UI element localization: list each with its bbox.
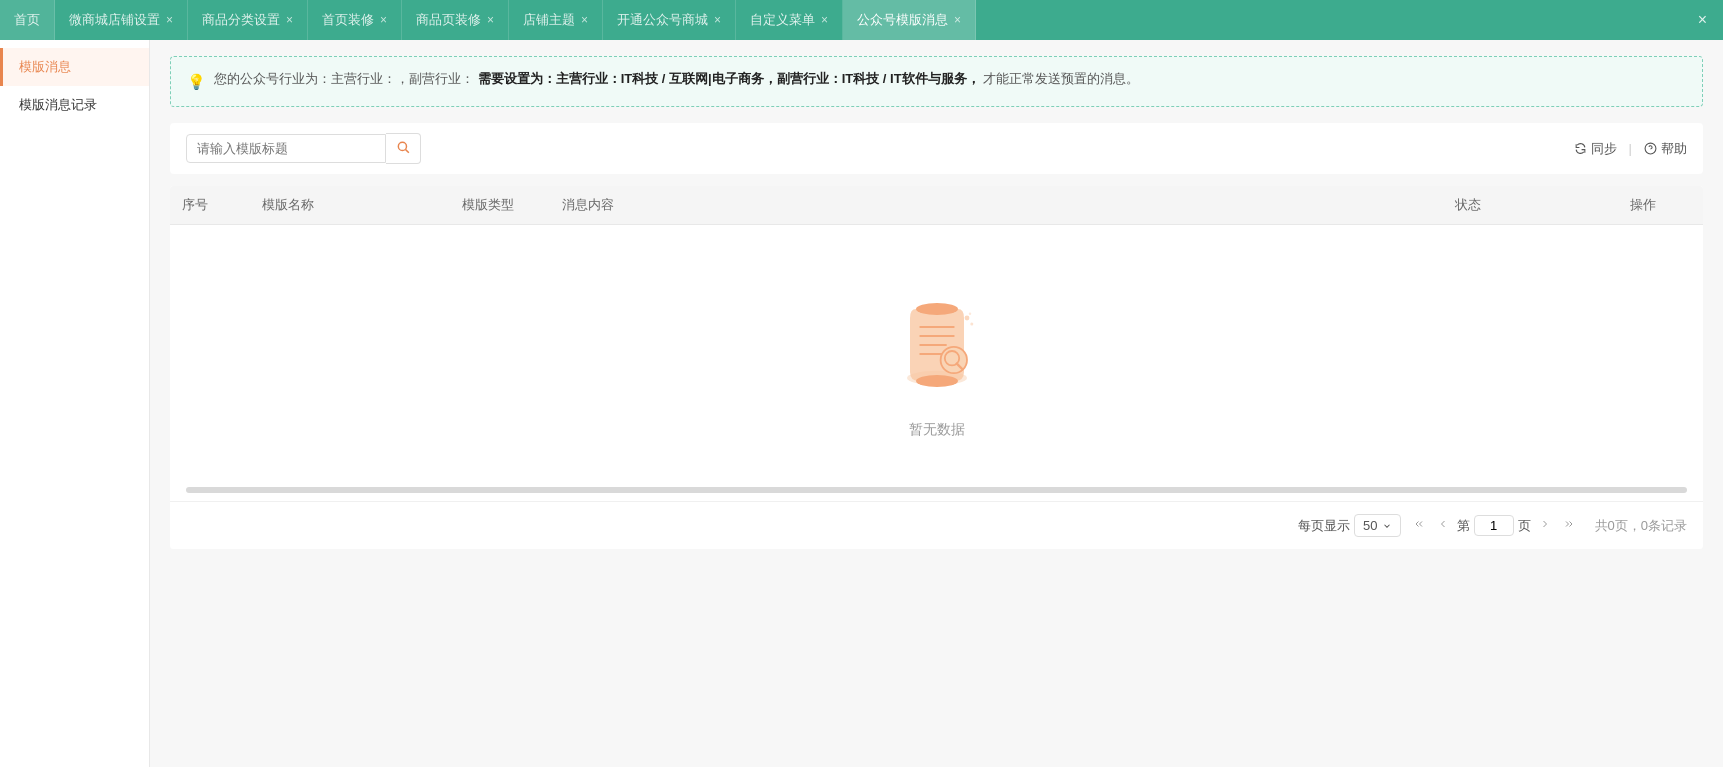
tab-weshop[interactable]: 微商城店铺设置×	[55, 0, 188, 40]
notice-prefix: 您的公众号行业为：主营行业：，副营行业：	[214, 71, 474, 86]
sidebar-item-template-record[interactable]: 模版消息记录	[0, 86, 149, 124]
global-close-button[interactable]: ×	[1682, 11, 1723, 29]
help-label: 帮助	[1661, 140, 1687, 158]
tab-home[interactable]: 首页	[0, 0, 55, 40]
col-status: 状态	[1443, 186, 1583, 224]
pagination: 每页显示 50	[170, 501, 1703, 549]
notice-icon: 💡	[187, 70, 206, 94]
tab-close-homepage[interactable]: ×	[380, 13, 387, 27]
search-button[interactable]	[386, 133, 421, 164]
page-number-input[interactable]	[1474, 515, 1514, 536]
help-button[interactable]: 帮助	[1644, 140, 1687, 158]
data-table: 序号 模版名称 模版类型 消息内容 状态 操作	[170, 186, 1703, 549]
svg-point-15	[970, 323, 973, 326]
horizontal-scrollbar[interactable]	[186, 487, 1687, 493]
tab-close-theme[interactable]: ×	[581, 13, 588, 27]
svg-point-0	[398, 142, 406, 150]
search-right: 同步 | 帮助	[1574, 140, 1687, 158]
notice-box: 💡 您的公众号行业为：主营行业：，副营行业： 需要设置为：主营行业：IT科技 /…	[170, 56, 1703, 107]
col-seq: 序号	[170, 186, 250, 224]
tab-close-mall[interactable]: ×	[714, 13, 721, 27]
page-navigation: 第 页	[1409, 515, 1579, 536]
empty-text: 暂无数据	[909, 421, 965, 439]
first-page-button[interactable]	[1409, 516, 1429, 535]
sidebar: 模版消息模版消息记录	[0, 40, 150, 767]
per-page-select[interactable]: 50	[1354, 514, 1400, 537]
per-page-label: 每页显示	[1298, 517, 1350, 535]
col-action: 操作	[1583, 186, 1703, 224]
page-size-control: 每页显示 50	[1298, 514, 1400, 537]
notice-suffix: 才能正常发送预置的消息。	[983, 71, 1139, 86]
notice-highlight: 需要设置为：主营行业：IT科技 / 互联网|电子商务，副营行业：IT科技 / I…	[478, 71, 980, 86]
scroll-area	[170, 479, 1703, 501]
col-type: 模版类型	[450, 186, 550, 224]
content-area: 💡 您的公众号行业为：主营行业：，副营行业： 需要设置为：主营行业：IT科技 /…	[150, 40, 1723, 767]
tab-template[interactable]: 公众号模版消息×	[843, 0, 976, 40]
sidebar-item-template-msg[interactable]: 模版消息	[0, 48, 149, 86]
svg-point-14	[964, 316, 969, 321]
svg-point-16	[968, 313, 970, 315]
svg-point-6	[916, 375, 958, 387]
page-label-suffix: 页	[1518, 517, 1531, 535]
search-input[interactable]	[186, 134, 386, 163]
tab-theme[interactable]: 店铺主题×	[509, 0, 603, 40]
tab-close-menu[interactable]: ×	[821, 13, 828, 27]
tab-close-weshop[interactable]: ×	[166, 13, 173, 27]
empty-state: 暂无数据	[170, 225, 1703, 479]
svg-point-5	[916, 303, 958, 315]
next-page-button[interactable]	[1535, 516, 1555, 535]
prev-page-button[interactable]	[1433, 516, 1453, 535]
tab-close-category[interactable]: ×	[286, 13, 293, 27]
tab-product[interactable]: 商品页装修×	[402, 0, 509, 40]
per-page-value: 50	[1363, 518, 1377, 533]
toolbar-divider: |	[1629, 141, 1632, 156]
page-total-text: 共0页，0条记录	[1595, 517, 1687, 535]
tab-menu[interactable]: 自定义菜单×	[736, 0, 843, 40]
table-header: 序号 模版名称 模版类型 消息内容 状态 操作	[170, 186, 1703, 225]
page-label-prefix: 第	[1457, 517, 1470, 535]
col-name: 模版名称	[250, 186, 450, 224]
notice-text: 您的公众号行业为：主营行业：，副营行业： 需要设置为：主营行业：IT科技 / 互…	[214, 69, 1139, 90]
last-page-button[interactable]	[1559, 516, 1579, 535]
tab-bar: 首页微商城店铺设置×商品分类设置×首页装修×商品页装修×店铺主题×开通公众号商城…	[0, 0, 1723, 40]
col-content: 消息内容	[550, 186, 1443, 224]
search-bar: 同步 | 帮助	[170, 123, 1703, 174]
svg-line-1	[406, 150, 409, 153]
tab-mall[interactable]: 开通公众号商城×	[603, 0, 736, 40]
tab-close-product[interactable]: ×	[487, 13, 494, 27]
sync-button[interactable]: 同步	[1574, 140, 1617, 158]
tab-homepage[interactable]: 首页装修×	[308, 0, 402, 40]
search-left	[186, 133, 421, 164]
tab-category[interactable]: 商品分类设置×	[188, 0, 308, 40]
sync-label: 同步	[1591, 140, 1617, 158]
main-layout: 模版消息模版消息记录 💡 您的公众号行业为：主营行业：，副营行业： 需要设置为：…	[0, 40, 1723, 767]
empty-illustration	[877, 285, 997, 405]
tab-close-template[interactable]: ×	[954, 13, 961, 27]
